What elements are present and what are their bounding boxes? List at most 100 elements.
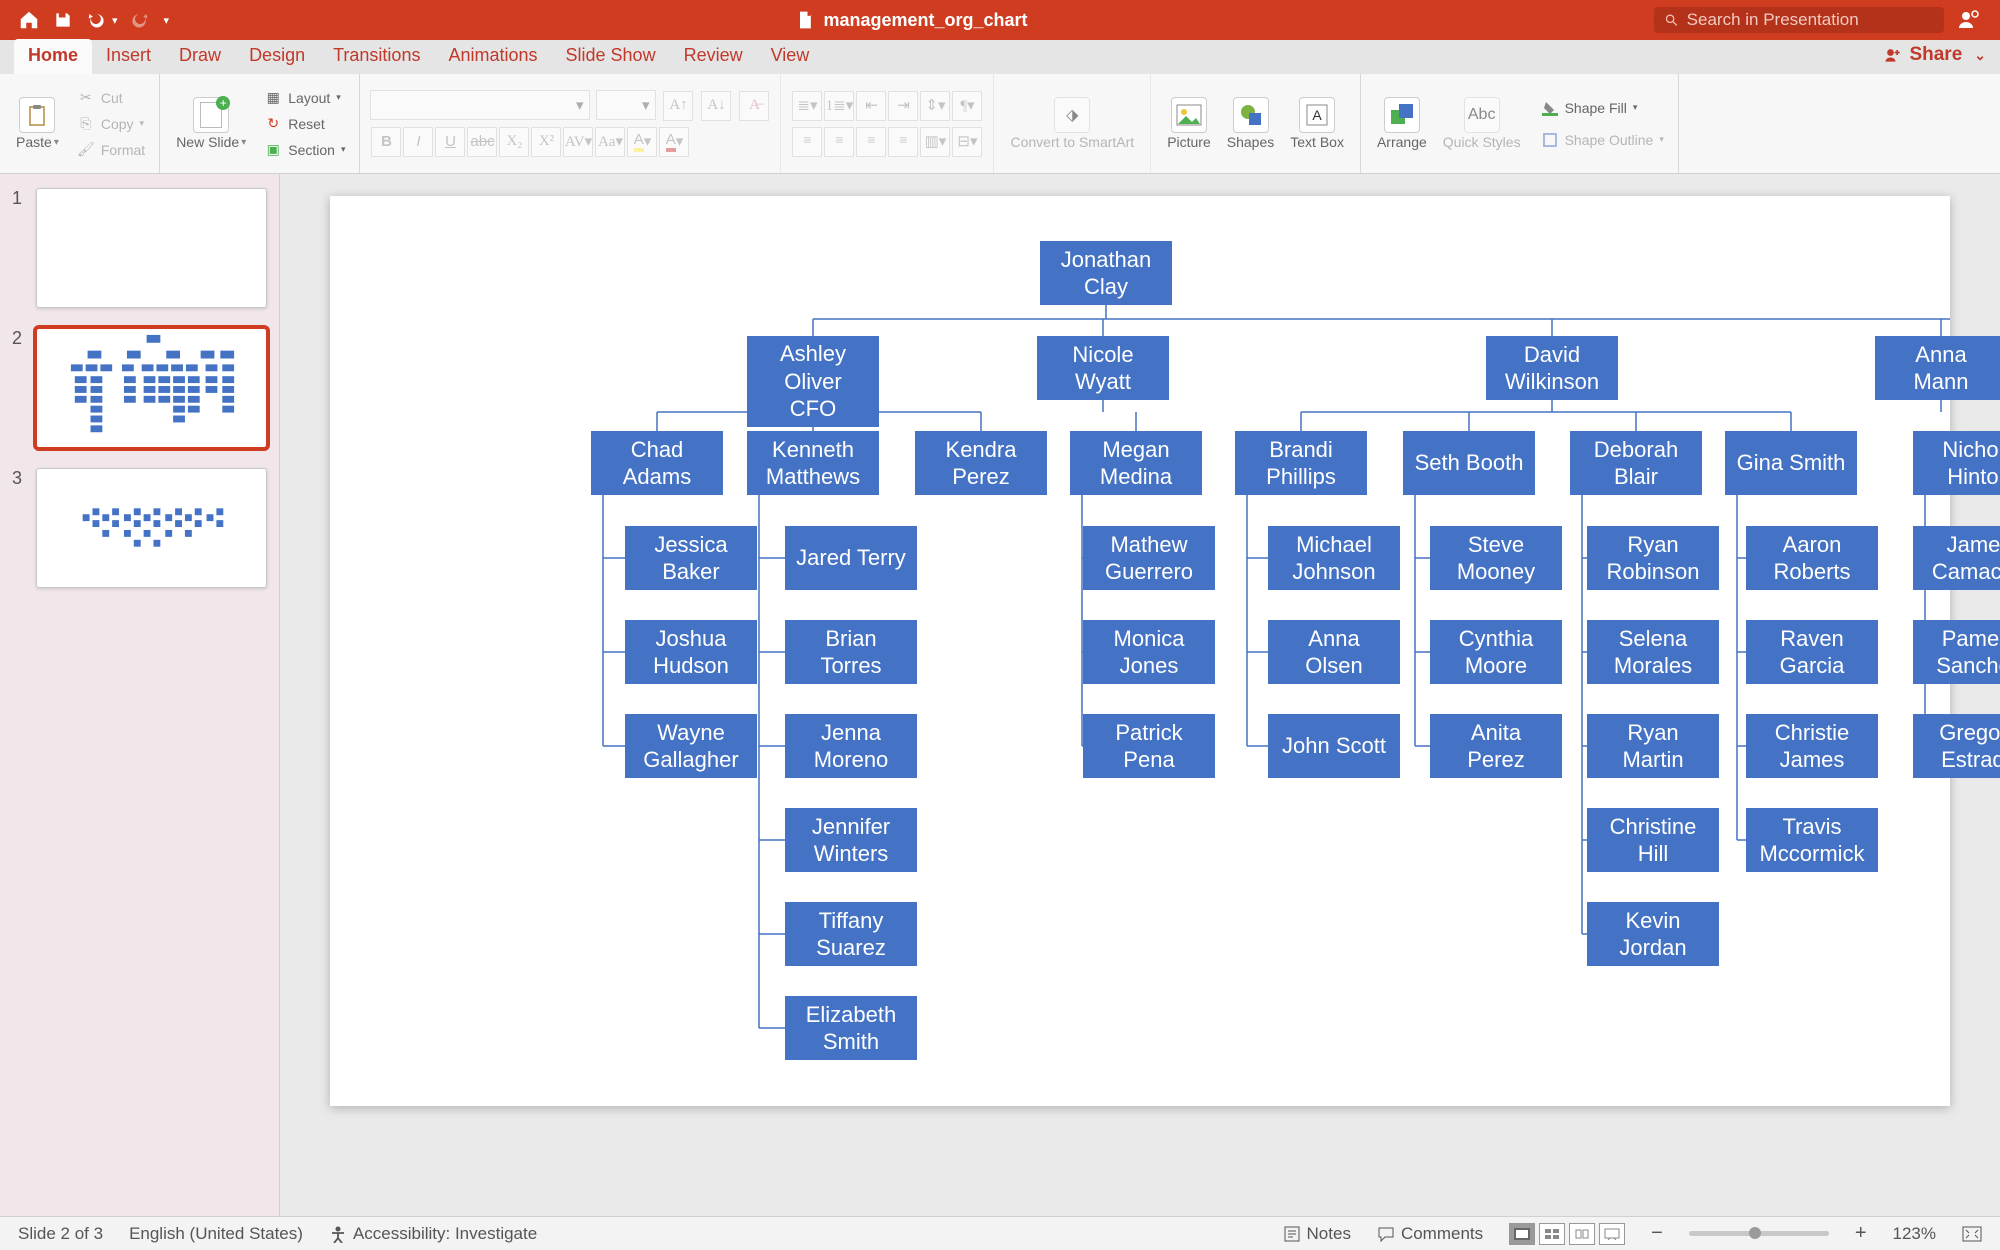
- font-family-select[interactable]: ▾: [370, 90, 590, 120]
- comments-button[interactable]: Comments: [1377, 1224, 1483, 1244]
- quick-styles-button[interactable]: AbcQuick Styles: [1437, 97, 1527, 150]
- tab-review[interactable]: Review: [670, 39, 757, 74]
- undo-icon[interactable]: [84, 7, 110, 33]
- reset-button[interactable]: ↻Reset: [260, 112, 349, 136]
- notes-button[interactable]: Notes: [1283, 1224, 1351, 1244]
- undo-chevron-icon[interactable]: ▾: [112, 14, 118, 27]
- indent-increase-button[interactable]: ⇥: [888, 91, 918, 121]
- fit-window-button[interactable]: [1962, 1226, 1982, 1242]
- insert-textbox-button[interactable]: AText Box: [1284, 97, 1350, 150]
- language-indicator[interactable]: English (United States): [129, 1224, 303, 1244]
- org-node[interactable]: Joshua Hudson: [625, 620, 757, 684]
- org-node[interactable]: Deborah Blair: [1570, 431, 1702, 495]
- shape-outline-button[interactable]: Shape Outline▾: [1537, 128, 1668, 152]
- bold-button[interactable]: B: [371, 127, 401, 157]
- org-node[interactable]: Jonathan Clay: [1040, 241, 1172, 305]
- reading-view-button[interactable]: [1569, 1223, 1595, 1245]
- tab-home[interactable]: Home: [14, 39, 92, 74]
- org-node[interactable]: Aaron Roberts: [1746, 526, 1878, 590]
- save-icon[interactable]: [50, 7, 76, 33]
- slideshow-view-button[interactable]: [1599, 1223, 1625, 1245]
- insert-shapes-button[interactable]: Shapes: [1221, 97, 1280, 150]
- bullets-button[interactable]: ≣▾: [792, 91, 822, 121]
- org-node[interactable]: Steve Mooney: [1430, 526, 1562, 590]
- slide-canvas-area[interactable]: Jonathan Clay Ashley Oliver CFO Nicole Wya…: [280, 174, 2000, 1216]
- org-node[interactable]: Jenna Moreno: [785, 714, 917, 778]
- new-slide-button[interactable]: + New Slide▾: [170, 97, 252, 150]
- share-chevron-icon[interactable]: ⌄: [1974, 47, 1986, 64]
- org-node[interactable]: Wayne Gallagher: [625, 714, 757, 778]
- thumbnail-2[interactable]: [36, 328, 267, 448]
- org-node[interactable]: Elizabeth Smith: [785, 996, 917, 1060]
- org-node[interactable]: Jennifer Winters: [785, 808, 917, 872]
- align-center-button[interactable]: ≡: [824, 127, 854, 157]
- slide-indicator[interactable]: Slide 2 of 3: [18, 1224, 103, 1244]
- columns-button[interactable]: ▥▾: [920, 127, 950, 157]
- org-node[interactable]: Michael Johnson: [1268, 526, 1400, 590]
- org-node[interactable]: Nicole Wyatt: [1037, 336, 1169, 400]
- org-node[interactable]: Kendra Perez: [915, 431, 1047, 495]
- align-text-button[interactable]: ⊟▾: [952, 127, 982, 157]
- slide[interactable]: Jonathan Clay Ashley Oliver CFO Nicole Wya…: [330, 196, 1950, 1106]
- account-icon[interactable]: [1956, 7, 1982, 33]
- insert-picture-button[interactable]: Picture: [1161, 97, 1217, 150]
- org-node[interactable]: Pamela Sanchez: [1913, 620, 2000, 684]
- layout-button[interactable]: ▦Layout▾: [260, 86, 349, 110]
- org-node[interactable]: Gregory Estrada: [1913, 714, 2000, 778]
- font-size-select[interactable]: ▾: [596, 90, 656, 120]
- tab-animations[interactable]: Animations: [434, 39, 551, 74]
- text-direction-button[interactable]: ¶▾: [952, 91, 982, 121]
- org-node[interactable]: Ryan Robinson: [1587, 526, 1719, 590]
- justify-button[interactable]: ≡: [888, 127, 918, 157]
- thumbnail-1[interactable]: [36, 188, 267, 308]
- subscript-button[interactable]: X₂: [499, 127, 529, 157]
- italic-button[interactable]: I: [403, 127, 433, 157]
- redo-icon[interactable]: [126, 7, 152, 33]
- org-node[interactable]: Ashley Oliver CFO: [747, 336, 879, 427]
- cut-button[interactable]: ✂Cut: [73, 86, 149, 110]
- tab-insert[interactable]: Insert: [92, 39, 165, 74]
- org-node[interactable]: Anita Perez: [1430, 714, 1562, 778]
- org-node[interactable]: Anna Olsen: [1268, 620, 1400, 684]
- copy-button[interactable]: ⎘Copy▾: [73, 112, 149, 136]
- accessibility-indicator[interactable]: Accessibility: Investigate: [329, 1224, 537, 1244]
- org-node[interactable]: Selena Morales: [1587, 620, 1719, 684]
- org-node[interactable]: Christine Hill: [1587, 808, 1719, 872]
- font-color-button[interactable]: A▾: [659, 127, 689, 157]
- org-node[interactable]: Mathew Guerrero: [1083, 526, 1215, 590]
- shape-fill-button[interactable]: Shape Fill▾: [1537, 96, 1668, 120]
- char-spacing-button[interactable]: AV▾: [563, 127, 593, 157]
- decrease-font-button[interactable]: A↓: [701, 91, 731, 121]
- increase-font-button[interactable]: A↑: [663, 91, 693, 121]
- align-right-button[interactable]: ≡: [856, 127, 886, 157]
- org-node[interactable]: Kenneth Matthews: [747, 431, 879, 495]
- search-input[interactable]: [1687, 10, 1934, 30]
- org-node[interactable]: Tiffany Suarez: [785, 902, 917, 966]
- home-icon[interactable]: [16, 7, 42, 33]
- search-box[interactable]: [1654, 7, 1944, 33]
- org-node[interactable]: Chad Adams: [591, 431, 723, 495]
- org-node[interactable]: Christie James: [1746, 714, 1878, 778]
- tab-transitions[interactable]: Transitions: [319, 39, 434, 74]
- zoom-level[interactable]: 123%: [1893, 1224, 1936, 1244]
- normal-view-button[interactable]: [1509, 1223, 1535, 1245]
- org-node[interactable]: John Scott: [1268, 714, 1400, 778]
- org-node[interactable]: Jared Terry: [785, 526, 917, 590]
- org-node[interactable]: Anna Mann: [1875, 336, 2000, 400]
- thumbnail-3[interactable]: [36, 468, 267, 588]
- strikethrough-button[interactable]: abc: [467, 127, 497, 157]
- underline-button[interactable]: U: [435, 127, 465, 157]
- tab-view[interactable]: View: [757, 39, 824, 74]
- zoom-in-button[interactable]: +: [1855, 1222, 1867, 1245]
- org-node[interactable]: David Wilkinson: [1486, 336, 1618, 400]
- sorter-view-button[interactable]: [1539, 1223, 1565, 1245]
- zoom-slider[interactable]: [1689, 1231, 1829, 1236]
- numbering-button[interactable]: 1≣▾: [824, 91, 854, 121]
- org-node[interactable]: Travis Mccormick: [1746, 808, 1878, 872]
- org-node[interactable]: Megan Medina: [1070, 431, 1202, 495]
- org-node[interactable]: Monica Jones: [1083, 620, 1215, 684]
- tab-draw[interactable]: Draw: [165, 39, 235, 74]
- share-button[interactable]: Share ⌄: [1883, 44, 1986, 66]
- align-left-button[interactable]: ≡: [792, 127, 822, 157]
- clear-format-button[interactable]: A̶: [739, 91, 769, 121]
